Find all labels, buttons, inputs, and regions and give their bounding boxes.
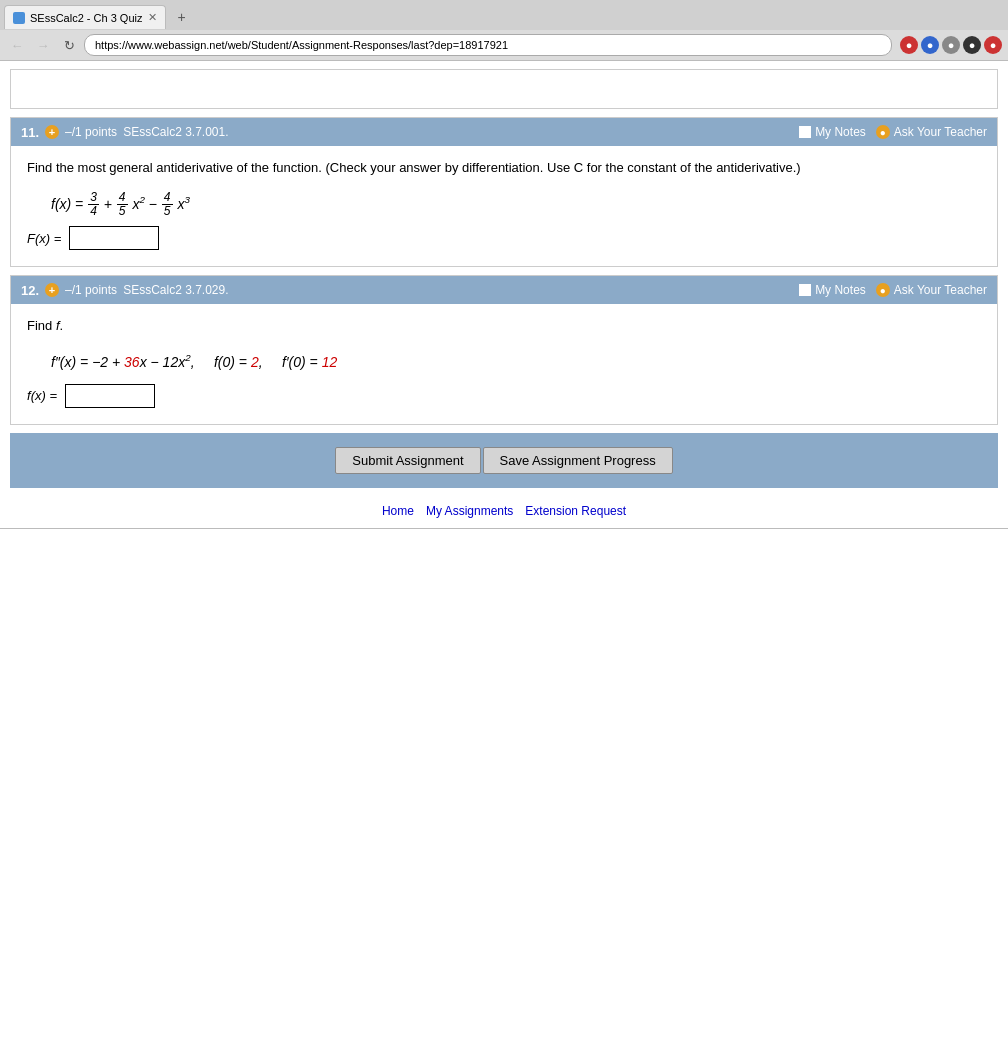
- browser-icon-gray: ●: [942, 36, 960, 54]
- question-12-answer-label: f(x) =: [27, 388, 57, 403]
- x-squared-11: x2 −: [132, 196, 160, 212]
- fx-label-11: f(x) =: [51, 196, 87, 212]
- question-11-my-notes[interactable]: My Notes: [799, 125, 866, 139]
- question-11-info-icon: ●: [876, 125, 890, 139]
- footer-extension-request-link[interactable]: Extension Request: [525, 504, 626, 518]
- question-11-number: 11.: [21, 125, 39, 140]
- toolbar-icons: ● ● ● ● ●: [900, 36, 1002, 54]
- tab-favicon: [13, 12, 25, 24]
- x-cubed-11: x3: [177, 196, 189, 212]
- question-12-info-icon: ●: [876, 283, 890, 297]
- question-12-ask-teacher-label: Ask Your Teacher: [894, 283, 987, 297]
- question-11-plus-icon[interactable]: +: [45, 125, 59, 139]
- question-12-header-right: My Notes ● Ask Your Teacher: [799, 283, 987, 297]
- question-11-notes-label: My Notes: [815, 125, 866, 139]
- question-12-text: Find f.: [27, 316, 981, 336]
- question-12-number: 12.: [21, 283, 39, 298]
- browser-icon-dark: ●: [963, 36, 981, 54]
- footer-home-link[interactable]: Home: [382, 504, 414, 518]
- fraction-4-5: 4 5: [117, 191, 128, 218]
- browser-icon-red2: ●: [984, 36, 1002, 54]
- question-11-body: Find the most general antiderivative of …: [11, 146, 997, 266]
- question-11-formula: f(x) = 3 4 + 4 5 x2 − 4 5 x3: [51, 190, 981, 219]
- question-11-header: 11. + –/1 points SEssCalc2 3.7.001. My N…: [11, 118, 997, 146]
- address-input[interactable]: [84, 34, 892, 56]
- partial-question-top: [10, 69, 998, 109]
- question-11-source: SEssCalc2 3.7.001.: [123, 125, 228, 139]
- question-12-formula: f″(x) = −2 + 36x − 12x2, f(0) = 2, f′(0)…: [51, 348, 981, 376]
- question-11-header-right: My Notes ● Ask Your Teacher: [799, 125, 987, 139]
- question-11-answer-row: F(x) =: [27, 226, 981, 250]
- fraction-3-4: 3 4: [88, 191, 99, 218]
- tab-bar: SEssCalc2 - Ch 3 Quiz ✕ +: [0, 0, 1008, 30]
- question-11-ask-teacher[interactable]: ● Ask Your Teacher: [876, 125, 987, 139]
- reload-button[interactable]: ↻: [58, 34, 80, 56]
- question-11-answer-input[interactable]: [69, 226, 159, 250]
- page-divider: [0, 528, 1008, 529]
- address-bar-row: ← → ↻ ● ● ● ● ●: [0, 30, 1008, 60]
- bottom-action-bar: Submit Assignment Save Assignment Progre…: [10, 433, 998, 488]
- question-12-notes-checkbox[interactable]: [799, 284, 811, 296]
- question-12-source: SEssCalc2 3.7.029.: [123, 283, 228, 297]
- question-12-ask-teacher[interactable]: ● Ask Your Teacher: [876, 283, 987, 297]
- question-11-text: Find the most general antiderivative of …: [27, 158, 981, 178]
- question-11-block: 11. + –/1 points SEssCalc2 3.7.001. My N…: [10, 117, 998, 267]
- browser-chrome: SEssCalc2 - Ch 3 Quiz ✕ + ← → ↻ ● ● ● ● …: [0, 0, 1008, 61]
- tab-close-button[interactable]: ✕: [148, 11, 157, 24]
- forward-button[interactable]: →: [32, 34, 54, 56]
- question-12-answer-row: f(x) =: [27, 384, 981, 408]
- submit-assignment-button[interactable]: Submit Assignment: [335, 447, 480, 474]
- question-11-points: –/1 points: [65, 125, 117, 139]
- plus-sign-11: +: [104, 196, 116, 212]
- back-button[interactable]: ←: [6, 34, 28, 56]
- new-tab-button[interactable]: +: [170, 6, 192, 28]
- question-12-header: 12. + –/1 points SEssCalc2 3.7.029. My N…: [11, 276, 997, 304]
- browser-icon-blue: ●: [921, 36, 939, 54]
- tab-title: SEssCalc2 - Ch 3 Quiz: [30, 12, 142, 24]
- browser-icon-red: ●: [900, 36, 918, 54]
- question-12-notes-label: My Notes: [815, 283, 866, 297]
- question-12-my-notes[interactable]: My Notes: [799, 283, 866, 297]
- fraction-4-5b: 4 5: [162, 191, 173, 218]
- question-12-body: Find f. f″(x) = −2 + 36x − 12x2, f(0) = …: [11, 304, 997, 424]
- page-content: 11. + –/1 points SEssCalc2 3.7.001. My N…: [0, 69, 1008, 529]
- footer-links: Home My Assignments Extension Request: [0, 496, 1008, 526]
- question-11-ask-teacher-label: Ask Your Teacher: [894, 125, 987, 139]
- question-12-block: 12. + –/1 points SEssCalc2 3.7.029. My N…: [10, 275, 998, 425]
- question-12-plus-icon[interactable]: +: [45, 283, 59, 297]
- question-11-notes-checkbox[interactable]: [799, 126, 811, 138]
- save-assignment-button[interactable]: Save Assignment Progress: [483, 447, 673, 474]
- active-tab[interactable]: SEssCalc2 - Ch 3 Quiz ✕: [4, 5, 166, 29]
- question-12-header-left: 12. + –/1 points SEssCalc2 3.7.029.: [21, 283, 229, 298]
- question-11-header-left: 11. + –/1 points SEssCalc2 3.7.001.: [21, 125, 229, 140]
- question-12-answer-input[interactable]: [65, 384, 155, 408]
- footer-my-assignments-link[interactable]: My Assignments: [426, 504, 513, 518]
- question-12-points: –/1 points: [65, 283, 117, 297]
- question-11-answer-label: F(x) =: [27, 231, 61, 246]
